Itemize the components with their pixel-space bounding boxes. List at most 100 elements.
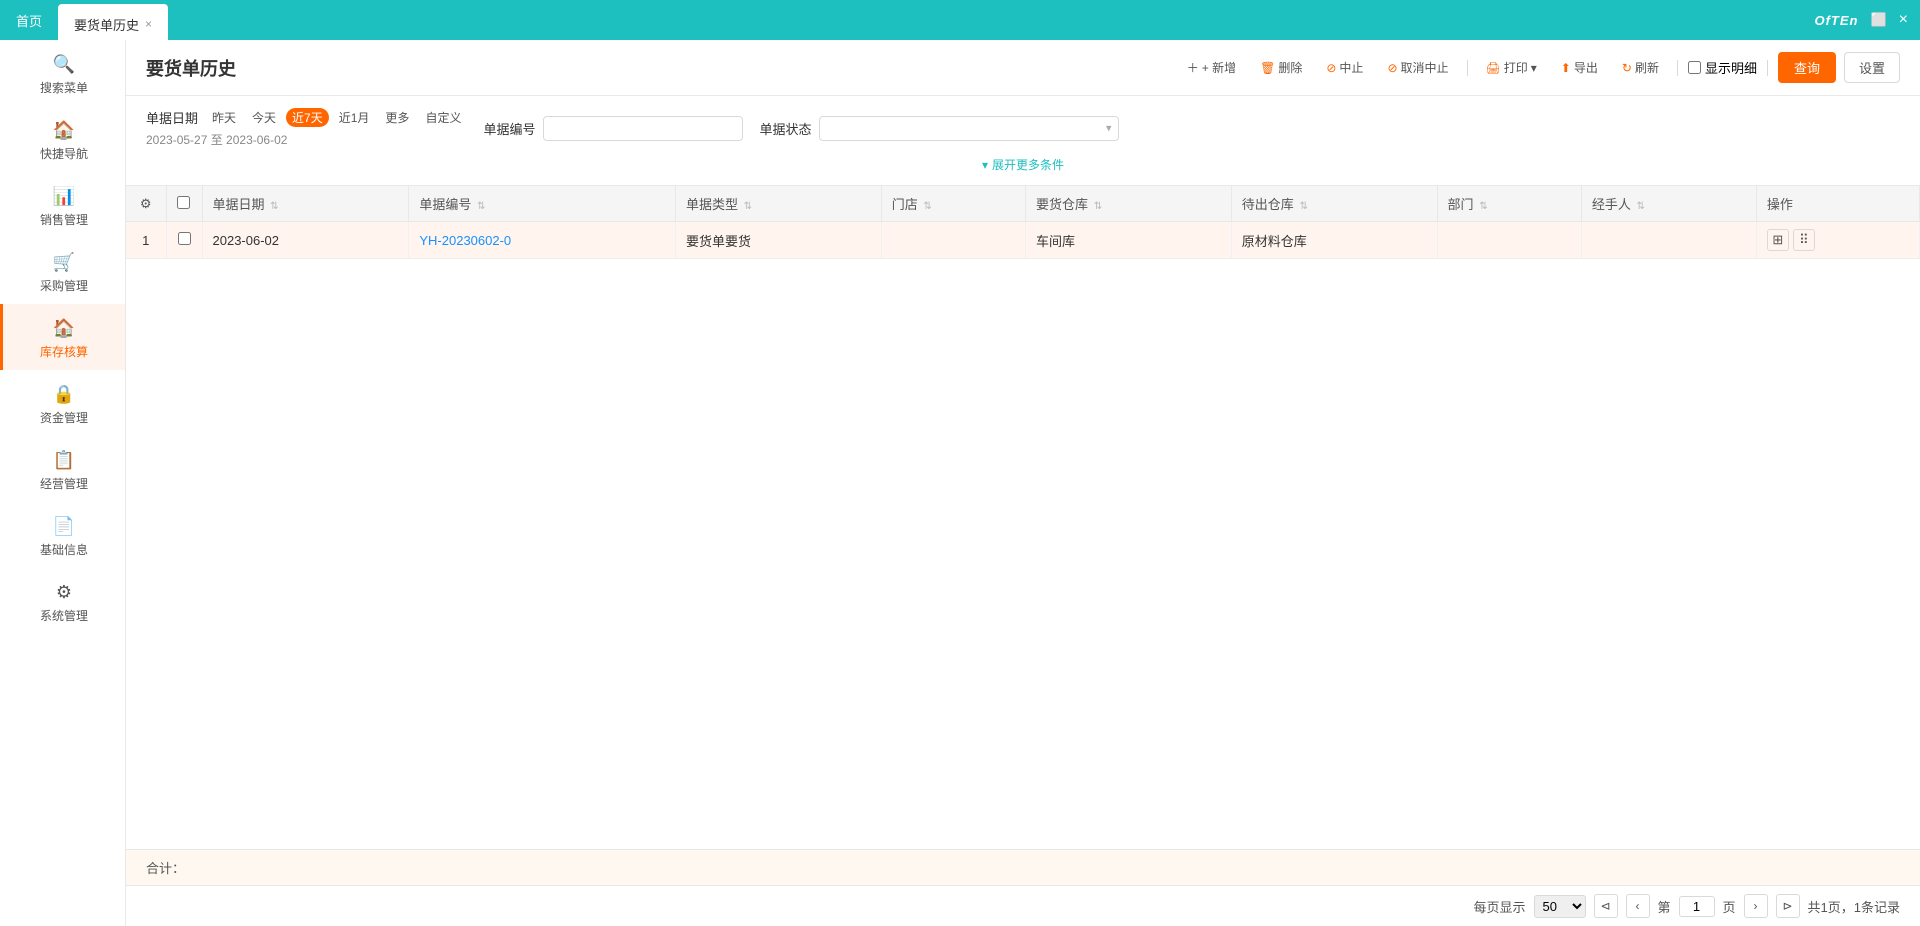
sort-date-icon: ⇅	[270, 201, 278, 212]
cell-shop	[881, 222, 1025, 259]
th-type[interactable]: 单据类型 ⇅	[676, 186, 882, 222]
page-input[interactable]	[1679, 896, 1715, 917]
data-table: ⚙ 单据日期 ⇅ 单据编号 ⇅ 单据类型	[126, 186, 1920, 259]
print-button[interactable]: 🖨 打印 ▾	[1478, 55, 1545, 80]
expand-more-label: 展开更多条件	[992, 156, 1064, 173]
stop-icon: ⊘	[1326, 61, 1336, 75]
sidebar-item-purchase[interactable]: 🛒 采购管理	[0, 238, 125, 304]
docno-input[interactable]	[543, 116, 743, 141]
stop-button[interactable]: ⊘ 中止	[1318, 55, 1371, 80]
shortcut-7days[interactable]: 近7天	[286, 108, 329, 127]
export-button[interactable]: ⬆ 导出	[1553, 55, 1606, 80]
sidebar-item-label: 基础信息	[40, 541, 88, 558]
table-head: ⚙ 单据日期 ⇅ 单据编号 ⇅ 单据类型	[126, 186, 1920, 222]
system-icon: ⚙	[56, 582, 72, 603]
last-page-button[interactable]: ⊳	[1776, 894, 1800, 918]
cell-ops: ⊞ ⠿	[1756, 222, 1919, 259]
filter-area: 单据日期 昨天 今天 近7天 近1月 更多 自定义 2023-05-27 至 2…	[126, 96, 1920, 186]
th-no-label: 单据编号	[419, 197, 471, 212]
date-filter-group: 单据日期 昨天 今天 近7天 近1月 更多 自定义 2023-05-27 至 2…	[146, 108, 467, 148]
th-date[interactable]: 单据日期 ⇅	[202, 186, 409, 222]
th-handler-label: 经手人	[1592, 197, 1631, 212]
th-warehouse[interactable]: 要货仓库 ⇅	[1026, 186, 1232, 222]
th-pending-wh-label: 待出仓库	[1242, 197, 1294, 212]
cancel-stop-button[interactable]: ⊘ 取消中止	[1379, 55, 1456, 80]
tab-close-icon[interactable]: ×	[145, 17, 152, 31]
sidebar-item-finance[interactable]: 🔒 资金管理	[0, 370, 125, 436]
refresh-label: 刷新	[1635, 59, 1659, 76]
sidebar-item-inventory[interactable]: 🏠 库存核算	[0, 304, 125, 370]
shortcut-1month[interactable]: 近1月	[333, 108, 376, 127]
per-page-select[interactable]: 50 100	[1534, 895, 1586, 918]
th-shop-label: 门店	[892, 197, 918, 212]
table-footer: 合计：	[126, 849, 1920, 885]
print-icon: 🖨	[1486, 61, 1501, 75]
restore-button[interactable]: ⬜	[1870, 12, 1886, 28]
th-no[interactable]: 单据编号 ⇅	[409, 186, 676, 222]
th-dept[interactable]: 部门 ⇅	[1437, 186, 1581, 222]
tab-requisition-history[interactable]: 要货单历史 ×	[58, 4, 168, 44]
prev-page-button[interactable]: ‹	[1626, 894, 1650, 918]
cell-type: 要货单要货	[676, 222, 882, 259]
doc-no-link[interactable]: YH-20230602-0	[419, 233, 511, 248]
first-page-button[interactable]: ⊲	[1594, 894, 1618, 918]
th-shop[interactable]: 门店 ⇅	[881, 186, 1025, 222]
shortcut-custom[interactable]: 自定义	[419, 108, 467, 127]
th-dept-label: 部门	[1448, 197, 1474, 212]
row-checkbox[interactable]	[178, 232, 191, 245]
display-detail-toggle[interactable]: 显示明细	[1688, 58, 1757, 77]
sidebar-item-quick-nav[interactable]: 🏠 快捷导航	[0, 106, 125, 172]
sidebar-item-search-menu[interactable]: 🔍 搜索菜单	[0, 40, 125, 106]
divider2	[1677, 60, 1678, 76]
main-layout: 🔍 搜索菜单 🏠 快捷导航 📊 销售管理 🛒 采购管理 🏠 库存核算 🔒 资金管…	[0, 40, 1920, 926]
select-all-checkbox[interactable]	[177, 196, 190, 209]
brand-label: OfTEn	[1814, 13, 1858, 28]
sidebar-item-system[interactable]: ⚙ 系统管理	[0, 568, 125, 634]
base-info-icon: 📄	[53, 516, 75, 537]
th-handler[interactable]: 经手人 ⇅	[1581, 186, 1756, 222]
date-range-display: 2023-05-27 至 2023-06-02	[146, 131, 467, 148]
sort-wh-icon: ⇅	[1094, 201, 1102, 212]
refresh-icon: ↻	[1622, 61, 1632, 75]
cell-checkbox[interactable]	[166, 222, 202, 259]
status-select[interactable]	[819, 116, 1119, 141]
delete-button[interactable]: 🗑 删除	[1252, 55, 1310, 80]
th-checkbox	[166, 186, 202, 222]
sidebar-item-base-info[interactable]: 📄 基础信息	[0, 502, 125, 568]
stop-label: 中止	[1339, 59, 1363, 76]
tab-home-label: 首页	[16, 11, 42, 30]
docno-filter-group: 单据编号	[483, 116, 743, 141]
sidebar-item-operations[interactable]: 📋 经营管理	[0, 436, 125, 502]
operations-icon: 📋	[53, 450, 75, 471]
new-button[interactable]: ＋ + 新增	[1179, 55, 1244, 80]
th-pending-wh[interactable]: 待出仓库 ⇅	[1231, 186, 1437, 222]
tab-home[interactable]: 首页	[0, 0, 58, 40]
window-controls: OfTEn ⬜ ×	[1814, 11, 1920, 29]
display-detail-checkbox[interactable]	[1688, 61, 1701, 74]
settings-button[interactable]: 设置	[1844, 52, 1900, 83]
search-menu-icon: 🔍	[53, 54, 75, 75]
status-select-wrapper	[819, 116, 1119, 141]
more-op-button[interactable]: ⠿	[1793, 229, 1815, 251]
content-area: 要货单历史 ＋ + 新增 🗑 删除 ⊘ 中止 ⊘ 取消中止	[126, 40, 1920, 926]
cell-seq: 1	[126, 222, 166, 259]
quick-nav-icon: 🏠	[53, 120, 75, 141]
shortcut-yesterday[interactable]: 昨天	[206, 108, 242, 127]
expand-more-button[interactable]: ▾ 展开更多条件	[146, 156, 1900, 173]
sidebar-item-sales[interactable]: 📊 销售管理	[0, 172, 125, 238]
sidebar-item-label: 采购管理	[40, 277, 88, 294]
view-op-button[interactable]: ⊞	[1767, 229, 1789, 251]
th-settings[interactable]: ⚙	[126, 186, 166, 222]
cell-no[interactable]: YH-20230602-0	[409, 222, 676, 259]
sidebar-item-label: 经营管理	[40, 475, 88, 492]
close-button[interactable]: ×	[1899, 11, 1908, 29]
display-detail-label: 显示明细	[1705, 58, 1757, 77]
next-page-button[interactable]: ›	[1744, 894, 1768, 918]
refresh-button[interactable]: ↻ 刷新	[1614, 55, 1667, 80]
shortcut-more[interactable]: 更多	[379, 108, 415, 127]
docno-label: 单据编号	[483, 119, 535, 138]
new-icon: ＋	[1187, 59, 1199, 76]
query-button[interactable]: 查询	[1778, 52, 1836, 83]
cancel-stop-label: 取消中止	[1401, 59, 1449, 76]
shortcut-today[interactable]: 今天	[246, 108, 282, 127]
